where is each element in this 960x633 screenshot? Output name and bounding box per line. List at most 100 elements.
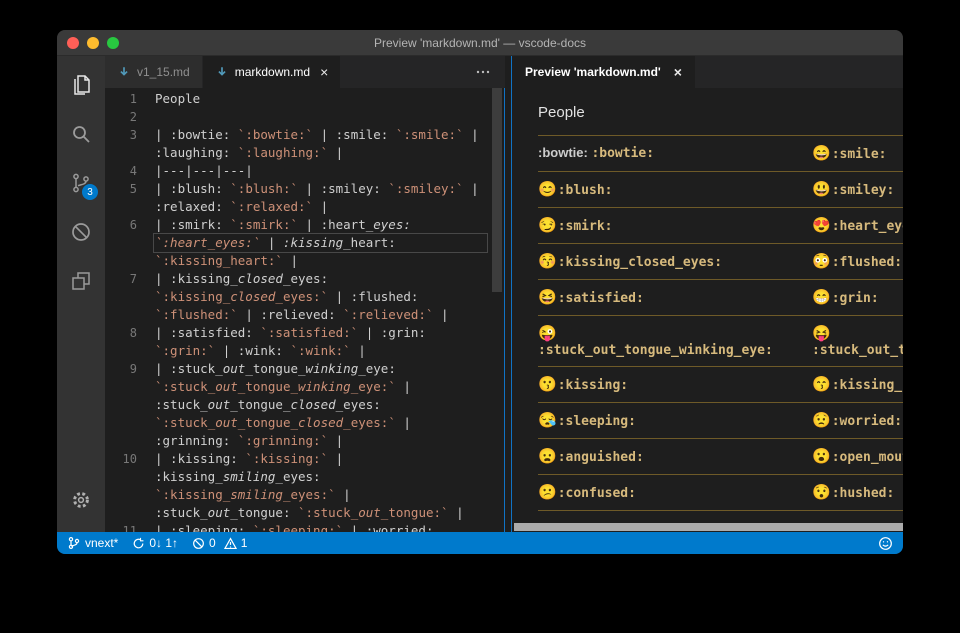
editor-line[interactable]: 11| :sleeping: `:sleeping:` | :worried: [105, 522, 504, 532]
editor-line[interactable]: `:kissing_smiling_eyes:` | [105, 486, 504, 504]
line-number [105, 288, 153, 306]
editor-line[interactable]: 5| :blush: `:blush:` | :smiley: `:smiley… [105, 180, 504, 198]
preview-table-row: 😚:kissing_closed_eyes:😳:flushed: [538, 244, 903, 280]
code-editor[interactable]: 1People23| :bowtie: `:bowtie:` | :smile:… [105, 88, 505, 532]
close-preview-icon[interactable]: × [674, 65, 682, 79]
code-text [153, 108, 155, 126]
line-number [105, 486, 153, 504]
preview-tab[interactable]: Preview 'markdown.md' × [512, 56, 695, 88]
preview-table-cell: 😍:heart_eyes: [812, 216, 903, 235]
preview-horizontal-scrollbar[interactable] [512, 522, 903, 532]
preview-table-cell: 😃:smiley: [812, 180, 903, 199]
line-number: 2 [105, 108, 153, 126]
line-number [105, 468, 153, 486]
activity-bar: 3 [57, 56, 105, 532]
line-number [105, 144, 153, 162]
sync-status[interactable]: 0↓ 1↑ [132, 536, 178, 550]
extensions-icon[interactable] [57, 256, 105, 305]
warning-count: 1 [241, 536, 248, 550]
editor-line[interactable]: :stuck_out_tongue_closed_eyes: [105, 396, 504, 414]
emoji-code: :kissing: [558, 378, 628, 393]
preview-horizontal-scrollbar-thumb[interactable] [514, 523, 903, 531]
debug-icon[interactable] [57, 207, 105, 256]
editor-line[interactable]: :laughing: `:laughing:` | [105, 144, 504, 162]
close-tab-icon[interactable]: × [320, 65, 328, 79]
editor-line[interactable]: `:heart_eyes:` | :kissing_heart: [105, 234, 504, 252]
preview-table-cell: 😯:hushed: [812, 483, 903, 502]
line-number: 3 [105, 126, 153, 144]
markdown-preview[interactable]: People :bowtie: :bowtie:😄:smile:😊:blush:… [512, 88, 903, 532]
settings-gear-icon[interactable] [57, 475, 105, 524]
editor-line[interactable]: `:kissing_heart:` | [105, 252, 504, 270]
editor-line[interactable]: 9| :stuck_out_tongue_winking_eye: [105, 360, 504, 378]
preview-table-cell: 😜:stuck_out_tongue_winking_eye: [538, 324, 812, 358]
explorer-icon[interactable] [57, 60, 105, 109]
emoji: 😕 [538, 484, 557, 501]
preview-table-cell: 😮:open_mouth: [812, 447, 903, 466]
editor-scrollbar[interactable] [491, 88, 503, 532]
preview-table-cell: 😗:kissing: [538, 375, 812, 394]
emoji: 😆 [538, 289, 557, 306]
editor-line[interactable]: `:stuck_out_tongue_closed_eyes:` | [105, 414, 504, 432]
emoji: 😙 [812, 376, 831, 393]
editor-line[interactable]: `:kissing_closed_eyes:` | :flushed: [105, 288, 504, 306]
editor-line[interactable]: :stuck_out_tongue: `:stuck_out_tongue:` … [105, 504, 504, 522]
emoji-code: :worried: [832, 414, 902, 429]
editor-line[interactable]: 3| :bowtie: `:bowtie:` | :smile: `:smile… [105, 126, 504, 144]
emoji: 😪 [538, 412, 557, 429]
source-control-icon[interactable]: 3 [57, 158, 105, 207]
editor-line[interactable]: `:stuck_out_tongue_winking_eye:` | [105, 378, 504, 396]
code-text: :laughing: `:laughing:` | [153, 144, 343, 162]
line-number [105, 198, 153, 216]
editor-line[interactable]: 8| :satisfied: `:satisfied:` | :grin: [105, 324, 504, 342]
preview-table-row: 😗:kissing:😙:kissing_smiling_eyes: [538, 367, 903, 403]
window-title: Preview 'markdown.md' — vscode-docs [374, 36, 586, 50]
emoji-code: :stuck_out_tongue_closed_eyes: [812, 343, 903, 358]
search-icon[interactable] [57, 109, 105, 158]
code-text: `:heart_eyes:` | :kissing_heart: [153, 234, 396, 252]
editor-line[interactable]: 1People [105, 90, 504, 108]
emoji-code: :flushed: [832, 255, 902, 270]
preview-tab-label: Preview 'markdown.md' [525, 65, 661, 79]
preview-table-cell: :bowtie: :bowtie: [538, 144, 812, 163]
code-text: |---|---|---| [153, 162, 253, 180]
editor-line[interactable]: `:grin:` | :wink: `:wink:` | [105, 342, 504, 360]
workbench: 3 v1_15.md markdown.md × [57, 56, 903, 532]
problems-status[interactable]: 0 1 [192, 536, 247, 550]
emoji-code: :stuck_out_tongue_winking_eye: [538, 343, 812, 358]
tab-v1-15-md[interactable]: v1_15.md [105, 56, 203, 88]
emoji-code: :satisfied: [558, 291, 644, 306]
tab-markdown-md[interactable]: markdown.md × [203, 56, 342, 88]
source-control-badge: 3 [82, 184, 98, 200]
editor-line[interactable]: 2 [105, 108, 504, 126]
editor-line[interactable]: :relaxed: `:relaxed:` | [105, 198, 504, 216]
code-text: :stuck_out_tongue: `:stuck_out_tongue:` … [153, 504, 464, 522]
editor-line[interactable]: 7| :kissing_closed_eyes: [105, 270, 504, 288]
emoji: 😃 [812, 181, 831, 198]
line-number [105, 342, 153, 360]
emoji-code: :smiley: [832, 183, 895, 198]
editor-line[interactable]: :grinning: `:grinning:` | [105, 432, 504, 450]
editor-line[interactable]: `:flushed:` | :relieved: `:relieved:` | [105, 306, 504, 324]
preview-heading: People [538, 104, 903, 121]
tab-label: markdown.md [235, 65, 310, 79]
editor-line[interactable]: :kissing_smiling_eyes: [105, 468, 504, 486]
feedback-smiley-icon[interactable] [878, 536, 893, 551]
preview-table-row: 😕:confused:😯:hushed: [538, 475, 903, 511]
editor-line[interactable]: 6| :smirk: `:smirk:` | :heart_eyes: [105, 216, 504, 234]
emoji: 😄 [812, 145, 831, 162]
emoji-name-text: :bowtie: [538, 145, 591, 160]
close-window-button[interactable] [67, 37, 79, 49]
editor-scrollbar-thumb[interactable] [492, 88, 502, 292]
preview-pane: Preview 'markdown.md' × People :bowtie: … [511, 56, 903, 532]
preview-table-row: 😪:sleeping:😟:worried: [538, 403, 903, 439]
emoji-code: :kissing_smiling_eyes: [832, 378, 903, 393]
titlebar[interactable]: Preview 'markdown.md' — vscode-docs [57, 30, 903, 56]
git-branch-status[interactable]: vnext* [67, 536, 118, 550]
more-actions-icon[interactable] [475, 56, 505, 88]
editor-line[interactable]: 10| :kissing: `:kissing:` | [105, 450, 504, 468]
code-text: People [153, 90, 200, 108]
minimize-window-button[interactable] [87, 37, 99, 49]
zoom-window-button[interactable] [107, 37, 119, 49]
editor-line[interactable]: 4|---|---|---| [105, 162, 504, 180]
